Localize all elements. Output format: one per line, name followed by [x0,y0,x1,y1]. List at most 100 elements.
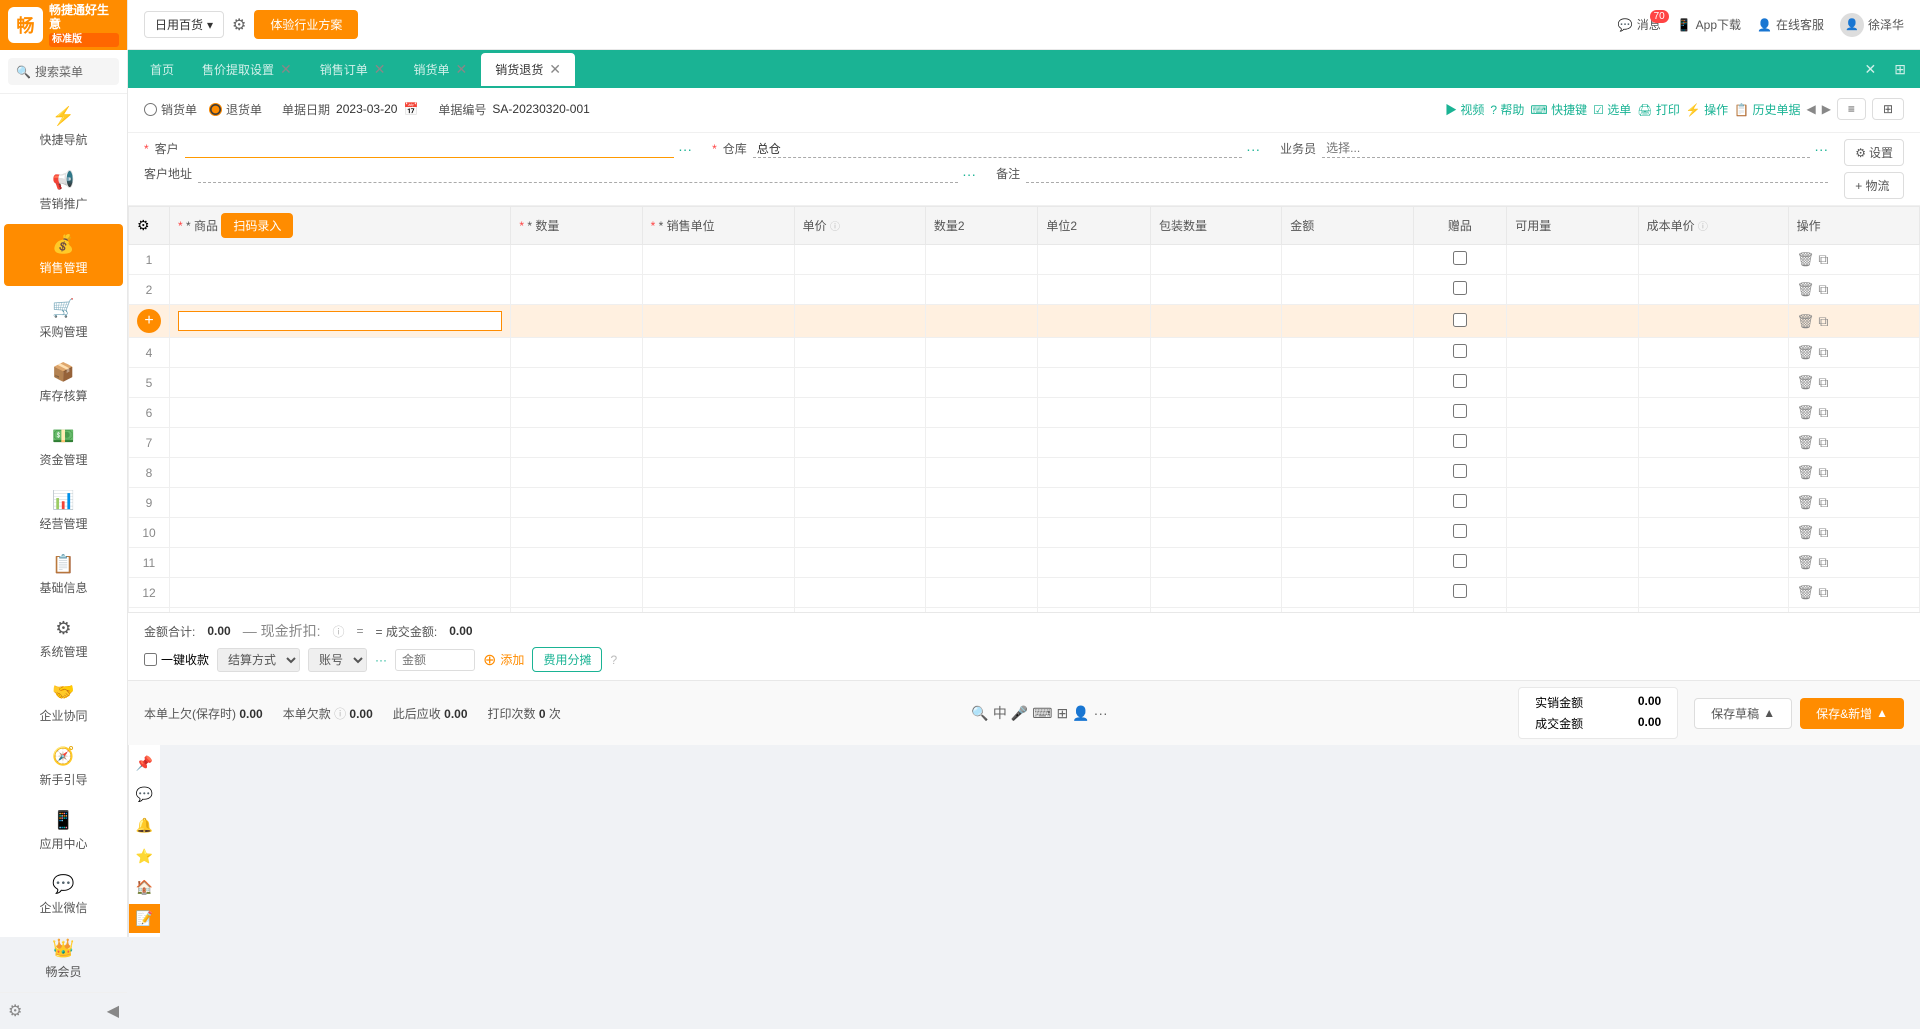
sidebar-item-basic[interactable]: 📋 基础信息 [4,544,123,606]
delete-row-button[interactable]: 🗑 [1797,404,1815,421]
product-cell[interactable] [170,305,511,338]
unit2-cell[interactable] [1038,338,1151,368]
tab-销售订单[interactable]: 销售订单✕ [306,53,400,86]
unit2-cell[interactable] [1038,368,1151,398]
pack-qty-cell[interactable] [1150,488,1281,518]
price-cell[interactable] [794,338,925,368]
delete-row-button[interactable]: 🗑 [1797,584,1815,601]
unit2-cell[interactable] [1038,428,1151,458]
copy-row-button[interactable]: ⧉ [1818,251,1828,268]
history-link[interactable]: 📋 历史单据 [1734,101,1800,118]
qty2-cell[interactable] [925,488,1038,518]
cost-price-cell[interactable] [1638,458,1788,488]
price-cell[interactable] [794,428,925,458]
unit-cell[interactable] [642,458,794,488]
amount-cell[interactable] [1282,305,1413,338]
pack-qty-cell[interactable] [1150,338,1281,368]
right-panel-btn-3[interactable]: ⭐ [129,842,160,871]
amount-cell[interactable] [1282,488,1413,518]
sidebar-item-apps[interactable]: 📱 应用中心 [4,800,123,862]
price-cell[interactable] [794,305,925,338]
delete-row-button[interactable]: 🗑 [1797,554,1815,571]
mic-icon[interactable]: 🎤 [1011,703,1028,723]
help-link[interactable]: ? 帮助 [1490,101,1524,118]
qty-cell[interactable] [511,458,642,488]
account-select[interactable]: 账号 [308,648,367,672]
qty2-cell[interactable] [925,578,1038,608]
pack-qty-cell[interactable] [1150,245,1281,275]
unit-cell[interactable] [642,338,794,368]
online-service-button[interactable]: 👤 在线客服 [1757,16,1824,33]
unit-cell[interactable] [642,578,794,608]
qty2-cell[interactable] [925,428,1038,458]
payment-amount-input[interactable] [395,649,475,671]
tab-售价提取设置[interactable]: 售价提取设置✕ [188,53,306,86]
cost-price-cell[interactable] [1638,305,1788,338]
qty2-cell[interactable] [925,368,1038,398]
copy-row-button[interactable]: ⧉ [1818,344,1828,361]
tab-close-销货单[interactable]: ✕ [456,61,468,78]
gift-checkbox[interactable] [1453,494,1467,508]
category-select[interactable]: 日用百货 ▾ [144,11,224,38]
shortcut-link[interactable]: ⌨ 快捷键 [1530,101,1587,118]
gift-checkbox[interactable] [1453,313,1467,327]
pack-qty-cell[interactable] [1150,518,1281,548]
price-cell[interactable] [794,245,925,275]
unit-cell[interactable] [642,305,794,338]
qty-cell[interactable] [511,518,642,548]
sidebar-item-system[interactable]: ⚙ 系统管理 [4,608,123,670]
delete-row-button[interactable]: 🗑 [1797,524,1815,541]
qty-cell[interactable] [511,488,642,518]
pack-qty-cell[interactable] [1150,305,1281,338]
sidebar-item-member[interactable]: 👑 畅会员 [4,928,123,990]
scan-button[interactable]: 扫码录入 [221,213,293,238]
zh-icon[interactable]: 中 [993,703,1007,723]
trial-button[interactable]: 体验行业方案 [254,10,358,39]
add-row-button[interactable]: + [137,309,161,333]
gift-cell[interactable] [1413,338,1507,368]
print-link[interactable]: 🖨 打印 [1637,101,1680,118]
pack-qty-cell[interactable] [1150,398,1281,428]
next-record-button[interactable]: ▶ [1822,102,1831,116]
person-bottom-icon[interactable]: 👤 [1072,703,1089,723]
sidebar-item-inventory[interactable]: 📦 库存核算 [4,352,123,414]
product-cell[interactable] [170,428,511,458]
qty2-cell[interactable] [925,548,1038,578]
delete-row-button[interactable]: 🗑 [1797,281,1815,298]
sidebar-item-sales[interactable]: 💰 销售管理 [4,224,123,286]
delete-row-button[interactable]: 🗑 [1797,374,1815,391]
cost-price-cell[interactable] [1638,245,1788,275]
search-bottom-icon[interactable]: 🔍 [971,703,988,723]
fee-split-button[interactable]: 费用分摊 [532,647,602,672]
delete-row-button[interactable]: 🗑 [1797,344,1815,361]
unit2-cell[interactable] [1038,518,1151,548]
gift-cell[interactable] [1413,518,1507,548]
close-window-button[interactable]: ✕ [1859,59,1883,80]
video-link[interactable]: ▶ 视频 [1445,101,1484,118]
gift-cell[interactable] [1413,578,1507,608]
collapse-icon[interactable]: ◀ [107,1001,119,1021]
return-bill-radio[interactable]: 退货单 [209,101,262,118]
settlement-method-select[interactable]: 结算方式 [217,648,300,672]
qty-cell[interactable] [511,338,642,368]
right-panel-btn-4[interactable]: 🏠 [129,873,160,902]
price-cell[interactable] [794,548,925,578]
gift-checkbox[interactable] [1453,374,1467,388]
view-toggle-list[interactable]: ≡ [1837,98,1866,120]
price-cell[interactable] [794,368,925,398]
customer-input[interactable] [185,139,674,158]
keyboard-bottom-icon[interactable]: ⌨ [1032,703,1052,723]
sidebar-item-shortcut[interactable]: ⚡ 快捷导航 [4,96,123,158]
cost-price-cell[interactable] [1638,398,1788,428]
sidebar-item-finance[interactable]: 💵 资金管理 [4,416,123,478]
qty-cell[interactable] [511,398,642,428]
settings-icon[interactable]: ⚙ [8,1001,22,1021]
amount-cell[interactable] [1282,368,1413,398]
qty2-cell[interactable] [925,275,1038,305]
price-cell[interactable] [794,275,925,305]
unit2-cell[interactable] [1038,488,1151,518]
qty-cell[interactable] [511,428,642,458]
gift-cell[interactable] [1413,488,1507,518]
delete-row-button[interactable]: 🗑 [1797,464,1815,481]
amount-cell[interactable] [1282,245,1413,275]
